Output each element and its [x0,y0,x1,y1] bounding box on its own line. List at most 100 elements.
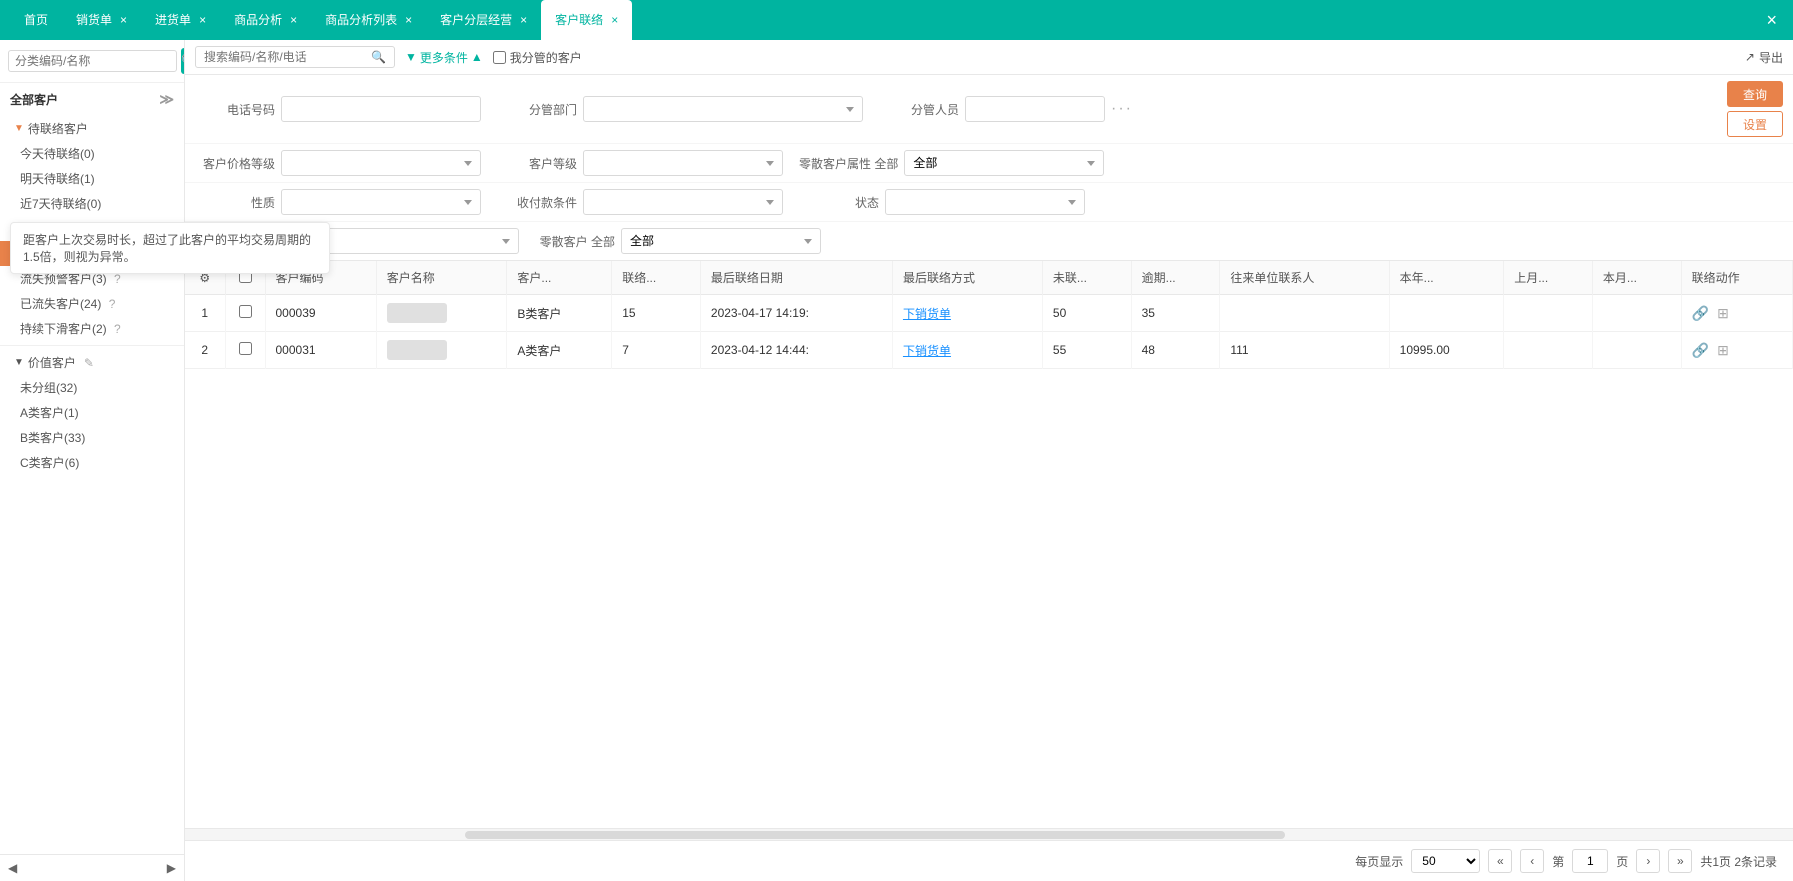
sidebar-value-group[interactable]: ▼ 价值客户 ✎ [0,350,184,375]
th-last-contact-date[interactable]: 最后联络日期 [700,261,892,295]
nav-product-analysis[interactable]: 商品分析 × [220,0,311,40]
td-actions-1: 🔗 ⊞ [1681,295,1792,332]
sidebar-group-pending[interactable]: ▼ 待联络客户 [0,116,184,141]
action-link-icon-2[interactable]: 🔗 [1692,342,1709,359]
nav-close-customer-contact[interactable]: × [611,0,618,40]
nav-purchase[interactable]: 进货单 × [141,0,220,40]
th-this-year[interactable]: 本年... [1389,261,1504,295]
sidebar-item-declining[interactable]: 持续下滑客户(2) ? [0,316,184,341]
filter-payment-select[interactable] [583,189,783,215]
filter-manager-input[interactable] [965,96,1105,122]
export-button[interactable]: ↗ 导出 [1745,49,1783,66]
filter-top-bar: 🔍 ▼ 更多条件 ▲ 我分管的客户 ↗ 导出 [185,40,1793,75]
sidebar-nav-next[interactable]: ▶ [167,861,176,875]
nav-close-purchase[interactable]: × [199,0,206,40]
nav-home[interactable]: 首页 [10,0,62,40]
filter-nature-group: 性质 [195,189,481,215]
more-conditions-btn[interactable]: ▼ 更多条件 ▲ [405,49,483,66]
top-nav: 首页 销货单 × 进货单 × 商品分析 × 商品分析列表 × 客户分层经营 × … [0,0,1793,40]
first-page-btn[interactable]: « [1488,849,1512,873]
window-close-button[interactable]: × [1750,10,1793,31]
customer-table: ⚙ 客户编码 客户名称 客户... 联络... 最后联络日期 最后联络方式 未联… [185,261,1793,369]
nav-close-customer-tiered[interactable]: × [520,0,527,40]
td-last-method-2[interactable]: 下销货单 [892,332,1042,369]
query-button[interactable]: 查询 [1727,81,1783,107]
sidebar-all-customers-header[interactable]: 全部客户 ≫ [0,83,184,116]
edit-icon[interactable]: ✎ [84,356,94,370]
filter-nature-select[interactable] [281,189,481,215]
filter-manager-dots[interactable]: ··· [1111,100,1133,118]
sidebar-collapse-btn[interactable]: ≫ [159,91,174,108]
th-last-contact-method[interactable]: 最后联络方式 [892,261,1042,295]
nav-product-analysis-list[interactable]: 商品分析列表 × [311,0,426,40]
action-link-icon-1[interactable]: 🔗 [1692,305,1709,322]
sidebar-bottom: ◀ ▶ [0,854,184,881]
filter-panel: 电话号码 分管部门 分管人员 ··· 查询 设置 [185,75,1793,261]
td-unit-contact-1 [1220,295,1389,332]
td-name-1[interactable] [376,295,507,332]
td-check-2[interactable] [225,332,265,369]
filter-nature-label: 性质 [195,194,275,211]
sidebar-item-class-b[interactable]: B类客户(33) [0,425,184,450]
sidebar-item-class-c[interactable]: C类客户(6) [0,450,184,475]
filter-manager-group: 分管人员 ··· [879,96,1133,122]
sidebar-item-today[interactable]: 今天待联络(0) [0,141,184,166]
filter-retail-customer-select[interactable]: 全部 [621,228,821,254]
row-checkbox-2[interactable] [239,342,252,355]
horizontal-scrollbar[interactable] [185,828,1793,840]
scrollbar-thumb[interactable] [465,831,1285,839]
nav-sales[interactable]: 销货单 × [62,0,141,40]
row-checkbox-1[interactable] [239,305,252,318]
th-uncontacted[interactable]: 未联... [1042,261,1131,295]
td-check-1[interactable] [225,295,265,332]
nav-close-sales[interactable]: × [120,0,127,40]
filter-status-select[interactable] [885,189,1085,215]
td-num-1: 1 [185,295,225,332]
td-last-method-1[interactable]: 下销货单 [892,295,1042,332]
th-overdue[interactable]: 逾期... [1131,261,1220,295]
search-icon[interactable]: 🔍 [371,50,386,64]
action-grid-icon-2[interactable]: ⊞ [1717,342,1729,359]
next-page-btn[interactable]: › [1636,849,1660,873]
filter-customer-level-select[interactable] [583,150,783,176]
help-icon-2: ? [114,272,121,286]
main-search-input[interactable] [204,50,371,64]
sidebar-item-ungrouped[interactable]: 未分组(32) [0,375,184,400]
sidebar-item-class-a[interactable]: A类客户(1) [0,400,184,425]
nav-close-product-analysis-list[interactable]: × [405,0,412,40]
per-page-select[interactable]: 10 20 50 100 [1411,849,1480,873]
my-customers-check[interactable] [493,51,506,64]
td-this-month-2 [1592,332,1681,369]
filter-phone-input[interactable] [281,96,481,122]
prev-page-btn[interactable]: ‹ [1520,849,1544,873]
th-this-month[interactable]: 本月... [1592,261,1681,295]
th-customer-type[interactable]: 客户... [507,261,612,295]
filter-customer-type-select[interactable] [319,228,519,254]
sidebar-search-area: 🔍 [0,40,184,83]
sidebar-item-7days[interactable]: 近7天待联络(0) [0,191,184,216]
settings-button[interactable]: 设置 [1727,111,1783,137]
action-grid-icon-1[interactable]: ⊞ [1717,305,1729,322]
sidebar-item-lost[interactable]: 已流失客户(24) ? [0,291,184,316]
filter-price-level-select[interactable] [281,150,481,176]
sidebar-search-input[interactable] [8,50,177,72]
th-last-month[interactable]: 上月... [1504,261,1593,295]
filter-customer-level-group: 客户等级 [497,150,783,176]
my-customers-checkbox[interactable]: 我分管的客户 [493,49,582,66]
nav-close-product-analysis[interactable]: × [290,0,297,40]
filter-dept-select[interactable] [583,96,863,122]
nav-customer-contact[interactable]: 客户联络 × [541,0,632,40]
th-contact-count[interactable]: 联络... [612,261,701,295]
td-name-2[interactable] [376,332,507,369]
last-page-btn[interactable]: » [1668,849,1692,873]
export-icon: ↗ [1745,50,1755,64]
th-unit-contact[interactable]: 往来单位联系人 [1220,261,1389,295]
content-area: 🔍 ▼ 更多条件 ▲ 我分管的客户 ↗ 导出 电话号码 [185,40,1793,881]
filter-dept-group: 分管部门 [497,96,863,122]
filter-retail-attr-select[interactable]: 全部 [904,150,1104,176]
sidebar-nav-prev[interactable]: ◀ [8,861,17,875]
page-input[interactable] [1572,849,1608,873]
sidebar-item-tomorrow[interactable]: 明天待联络(1) [0,166,184,191]
th-customer-name[interactable]: 客户名称 [376,261,507,295]
nav-customer-tiered[interactable]: 客户分层经营 × [426,0,541,40]
